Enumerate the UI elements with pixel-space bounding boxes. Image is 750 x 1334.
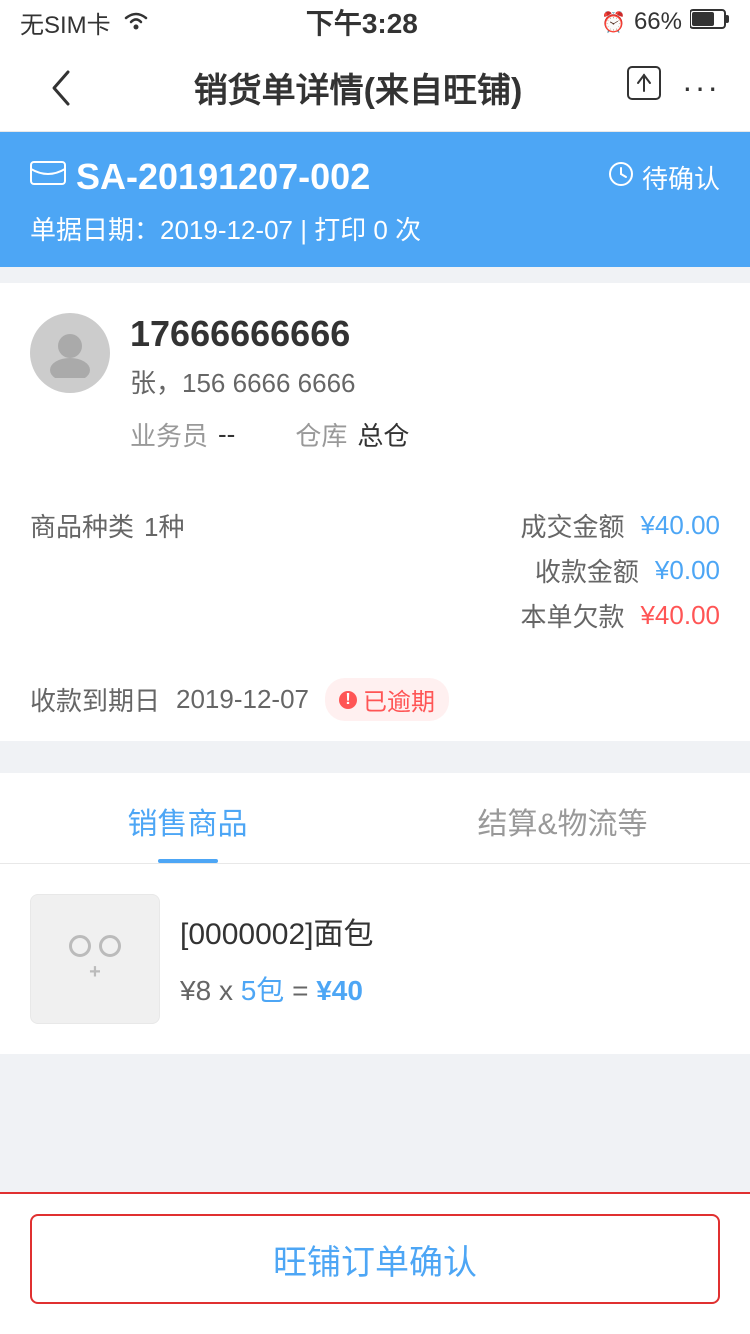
amount-details: 成交金额 ¥40.00 收款金额 ¥0.00 本单欠款 ¥40.00 <box>520 507 720 634</box>
page-title: 销货单详情(来自旺铺) <box>90 63 626 112</box>
due-date-label: 收款到期日 <box>30 681 160 718</box>
product-equals: = <box>292 975 316 1006</box>
sales-label: 业务员 <box>130 416 208 453</box>
owl-plus-icon: + <box>89 961 101 984</box>
status-time: 下午3:28 <box>306 2 418 42</box>
product-info: [0000002]面包 ¥8 x 5包 = ¥40 <box>180 909 720 1009</box>
confirm-button-wrapper: 旺铺订单确认 <box>0 1192 750 1334</box>
back-button[interactable] <box>30 68 90 108</box>
received-amount-row: 收款金额 ¥0.00 <box>535 552 720 589</box>
order-number: SA-20191207-002 <box>30 156 370 198</box>
customer-phone: 17666666666 <box>130 313 720 355</box>
alarm-icon: ⏰ <box>601 10 626 35</box>
location-icon <box>573 7 593 38</box>
section-gap <box>0 741 750 757</box>
customer-info: 17666666666 张，156 6666 6666 业务员 -- 仓库 总仓 <box>130 313 720 453</box>
product-item: + [0000002]面包 ¥8 x 5包 = ¥40 <box>0 864 750 1054</box>
clock-icon <box>608 161 634 194</box>
owl-eye-left <box>69 935 91 957</box>
deal-amount-label: 成交金额 <box>520 507 624 544</box>
owed-label: 本单欠款 <box>520 597 624 634</box>
product-unit-price: ¥8 <box>180 975 211 1006</box>
customer-name: 张，156 6666 6666 <box>130 363 720 400</box>
order-date: 单据日期：2019-12-07 | 打印 0 次 <box>30 210 720 247</box>
order-header: SA-20191207-002 待确认 单据日期：2019-12-07 | 打印… <box>0 132 750 267</box>
status-right: ⏰ 66% <box>573 7 730 38</box>
deal-amount-row: 成交金额 ¥40.00 <box>520 507 720 544</box>
nav-bar: 销货单详情(来自旺铺) ··· <box>0 44 750 132</box>
tab-settlement[interactable]: 结算&物流等 <box>375 773 750 863</box>
tabs-header: 销售商品 结算&物流等 <box>0 773 750 864</box>
product-total: ¥40 <box>316 975 363 1006</box>
product-type: 商品种类 1种 <box>30 507 184 544</box>
warehouse-value: 总仓 <box>357 416 409 453</box>
due-date-section: 收款到期日 2019-12-07 ! 已逾期 <box>0 658 750 741</box>
order-status: 待确认 <box>608 159 720 196</box>
battery-icon <box>690 8 730 37</box>
owl-eye-right <box>99 935 121 957</box>
product-thumbnail: + <box>30 894 160 1024</box>
product-type-label: 商品种类 <box>30 507 134 544</box>
more-button[interactable]: ··· <box>682 69 720 106</box>
warehouse-meta: 仓库 总仓 <box>295 416 409 453</box>
tabs-section: 销售商品 结算&物流等 + [0000002]面包 ¥8 x 5包 = <box>0 773 750 1054</box>
share-button[interactable] <box>626 65 662 110</box>
order-icon <box>30 156 66 198</box>
overdue-dot-icon: ! <box>339 691 357 709</box>
status-left: 无SIM卡 <box>20 5 151 40</box>
status-bar: 无SIM卡 下午3:28 ⏰ 66% <box>0 0 750 44</box>
received-value: ¥0.00 <box>655 555 720 586</box>
avatar <box>30 313 110 393</box>
warehouse-label: 仓库 <box>295 416 347 453</box>
wifi-icon <box>121 8 151 37</box>
carrier-text: 无SIM卡 <box>20 5 111 40</box>
deal-amount-value: ¥40.00 <box>640 510 720 541</box>
customer-card: 17666666666 张，156 6666 6666 业务员 -- 仓库 总仓 <box>0 283 750 483</box>
tab-sales-products[interactable]: 销售商品 <box>0 773 375 863</box>
received-label: 收款金额 <box>535 552 639 589</box>
overdue-text: 已逾期 <box>363 682 435 717</box>
battery-text: 66% <box>634 8 682 36</box>
sales-meta: 业务员 -- <box>130 416 235 453</box>
status-text: 待确认 <box>642 159 720 196</box>
confirm-order-button[interactable]: 旺铺订单确认 <box>30 1214 720 1304</box>
product-multiply: x <box>219 975 241 1006</box>
product-qty: 5包 <box>241 975 285 1006</box>
product-price-line: ¥8 x 5包 = ¥40 <box>180 969 720 1009</box>
overdue-badge: ! 已逾期 <box>325 678 449 721</box>
product-name: [0000002]面包 <box>180 909 720 953</box>
amount-section: 商品种类 1种 成交金额 ¥40.00 收款金额 ¥0.00 本单欠款 ¥40.… <box>0 483 750 658</box>
product-type-value: 1种 <box>144 507 184 544</box>
due-date-value: 2019-12-07 <box>176 684 309 715</box>
sales-value: -- <box>218 419 235 450</box>
owed-amount-row: 本单欠款 ¥40.00 <box>520 597 720 634</box>
nav-right-actions: ··· <box>626 65 720 110</box>
owed-value: ¥40.00 <box>640 600 720 631</box>
